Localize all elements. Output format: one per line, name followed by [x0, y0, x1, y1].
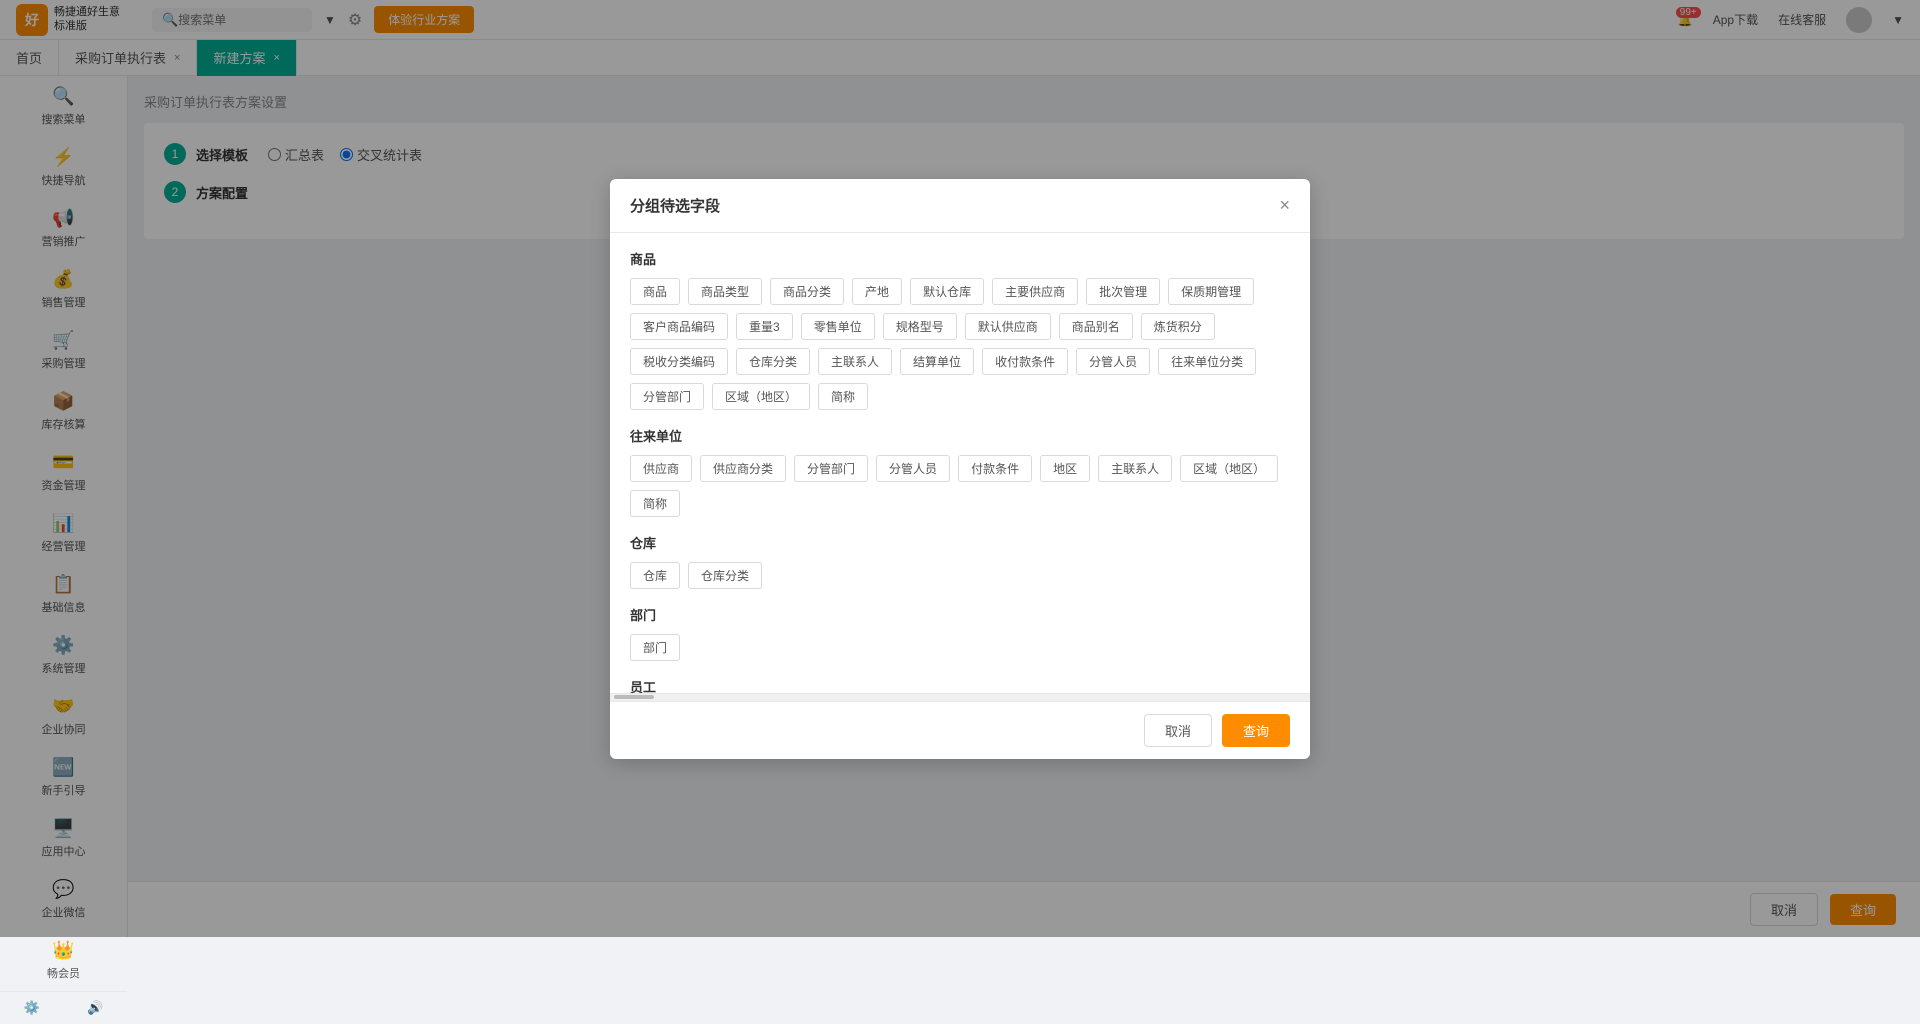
tag-product-4[interactable]: 默认仓库: [910, 278, 984, 305]
tag-product-23[interactable]: 区域（地区）: [712, 383, 810, 410]
modal-title: 分组待选字段: [630, 195, 720, 216]
tag-product-6[interactable]: 批次管理: [1086, 278, 1160, 305]
confirm-button[interactable]: 查询: [1222, 714, 1290, 747]
tag-product-22[interactable]: 分管部门: [630, 383, 704, 410]
tag-counter-0[interactable]: 供应商: [630, 455, 692, 482]
cancel-button[interactable]: 取消: [1144, 714, 1212, 747]
tag-counter-6[interactable]: 主联系人: [1098, 455, 1172, 482]
section-department-title: 部门: [630, 605, 1290, 624]
tag-product-7[interactable]: 保质期管理: [1168, 278, 1254, 305]
sidebar-bottom: ⚙️ 🔊: [0, 991, 127, 1024]
tag-product-21[interactable]: 往来单位分类: [1158, 348, 1256, 375]
hscroll-thumb: [614, 695, 654, 699]
tag-product-11[interactable]: 规格型号: [883, 313, 957, 340]
section-warehouse-tags: 仓库 仓库分类: [630, 562, 1290, 589]
sidebar-item-vip[interactable]: 👑 畅会员: [0, 930, 127, 991]
audio-bottom-icon[interactable]: 🔊: [87, 1000, 103, 1016]
section-counterpart-tags: 供应商 供应商分类 分管部门 分管人员 付款条件 地区 主联系人 区域（地区） …: [630, 455, 1290, 517]
modal-footer: 取消 查询: [610, 701, 1310, 759]
tag-wh-0[interactable]: 仓库: [630, 562, 680, 589]
section-counterpart-title: 往来单位: [630, 426, 1290, 445]
modal-header: 分组待选字段 ×: [610, 179, 1310, 233]
tag-product-5[interactable]: 主要供应商: [992, 278, 1078, 305]
tag-counter-7[interactable]: 区域（地区）: [1180, 455, 1278, 482]
section-department-tags: 部门: [630, 634, 1290, 661]
section-product-tags: 商品 商品类型 商品分类 产地 默认仓库 主要供应商 批次管理 保质期管理 客户…: [630, 278, 1290, 410]
section-warehouse: 仓库 仓库 仓库分类: [630, 533, 1290, 589]
tag-product-17[interactable]: 主联系人: [818, 348, 892, 375]
tag-product-18[interactable]: 结算单位: [900, 348, 974, 375]
section-employee: 员工 业务员: [630, 677, 1290, 693]
tag-product-24[interactable]: 简称: [818, 383, 868, 410]
tag-wh-1[interactable]: 仓库分类: [688, 562, 762, 589]
modal-horizontal-scrollbar[interactable]: [610, 693, 1310, 701]
tag-counter-1[interactable]: 供应商分类: [700, 455, 786, 482]
tag-counter-4[interactable]: 付款条件: [958, 455, 1032, 482]
tag-product-2[interactable]: 商品分类: [770, 278, 844, 305]
tag-product-8[interactable]: 客户商品编码: [630, 313, 728, 340]
section-counterpart: 往来单位 供应商 供应商分类 分管部门 分管人员 付款条件 地区 主联系人 区域…: [630, 426, 1290, 517]
section-product-title: 商品: [630, 249, 1290, 268]
field-select-modal: 分组待选字段 × 商品 商品 商品类型 商品分类 产地 默认仓库 主要供应商 批…: [610, 179, 1310, 759]
section-employee-title: 员工: [630, 677, 1290, 693]
tag-product-9[interactable]: 重量3: [736, 313, 793, 340]
tag-product-16[interactable]: 仓库分类: [736, 348, 810, 375]
tag-product-14[interactable]: 炼货积分: [1141, 313, 1215, 340]
tag-product-12[interactable]: 默认供应商: [965, 313, 1051, 340]
modal-body: 商品 商品 商品类型 商品分类 产地 默认仓库 主要供应商 批次管理 保质期管理…: [610, 233, 1310, 693]
tag-counter-3[interactable]: 分管人员: [876, 455, 950, 482]
section-product: 商品 商品 商品类型 商品分类 产地 默认仓库 主要供应商 批次管理 保质期管理…: [630, 249, 1290, 410]
tag-product-1[interactable]: 商品类型: [688, 278, 762, 305]
settings-bottom-icon[interactable]: ⚙️: [24, 1000, 40, 1016]
tag-product-3[interactable]: 产地: [852, 278, 902, 305]
tag-product-10[interactable]: 零售单位: [801, 313, 875, 340]
tag-product-20[interactable]: 分管人员: [1076, 348, 1150, 375]
tag-counter-8[interactable]: 简称: [630, 490, 680, 517]
modal-close-icon[interactable]: ×: [1279, 195, 1290, 216]
tag-product-0[interactable]: 商品: [630, 278, 680, 305]
tag-counter-2[interactable]: 分管部门: [794, 455, 868, 482]
tag-product-15[interactable]: 税收分类编码: [630, 348, 728, 375]
tag-product-19[interactable]: 收付款条件: [982, 348, 1068, 375]
tag-dept-0[interactable]: 部门: [630, 634, 680, 661]
vip-icon: 👑: [52, 940, 74, 961]
tag-product-13[interactable]: 商品别名: [1059, 313, 1133, 340]
tag-counter-5[interactable]: 地区: [1040, 455, 1090, 482]
section-department: 部门 部门: [630, 605, 1290, 661]
section-warehouse-title: 仓库: [630, 533, 1290, 552]
